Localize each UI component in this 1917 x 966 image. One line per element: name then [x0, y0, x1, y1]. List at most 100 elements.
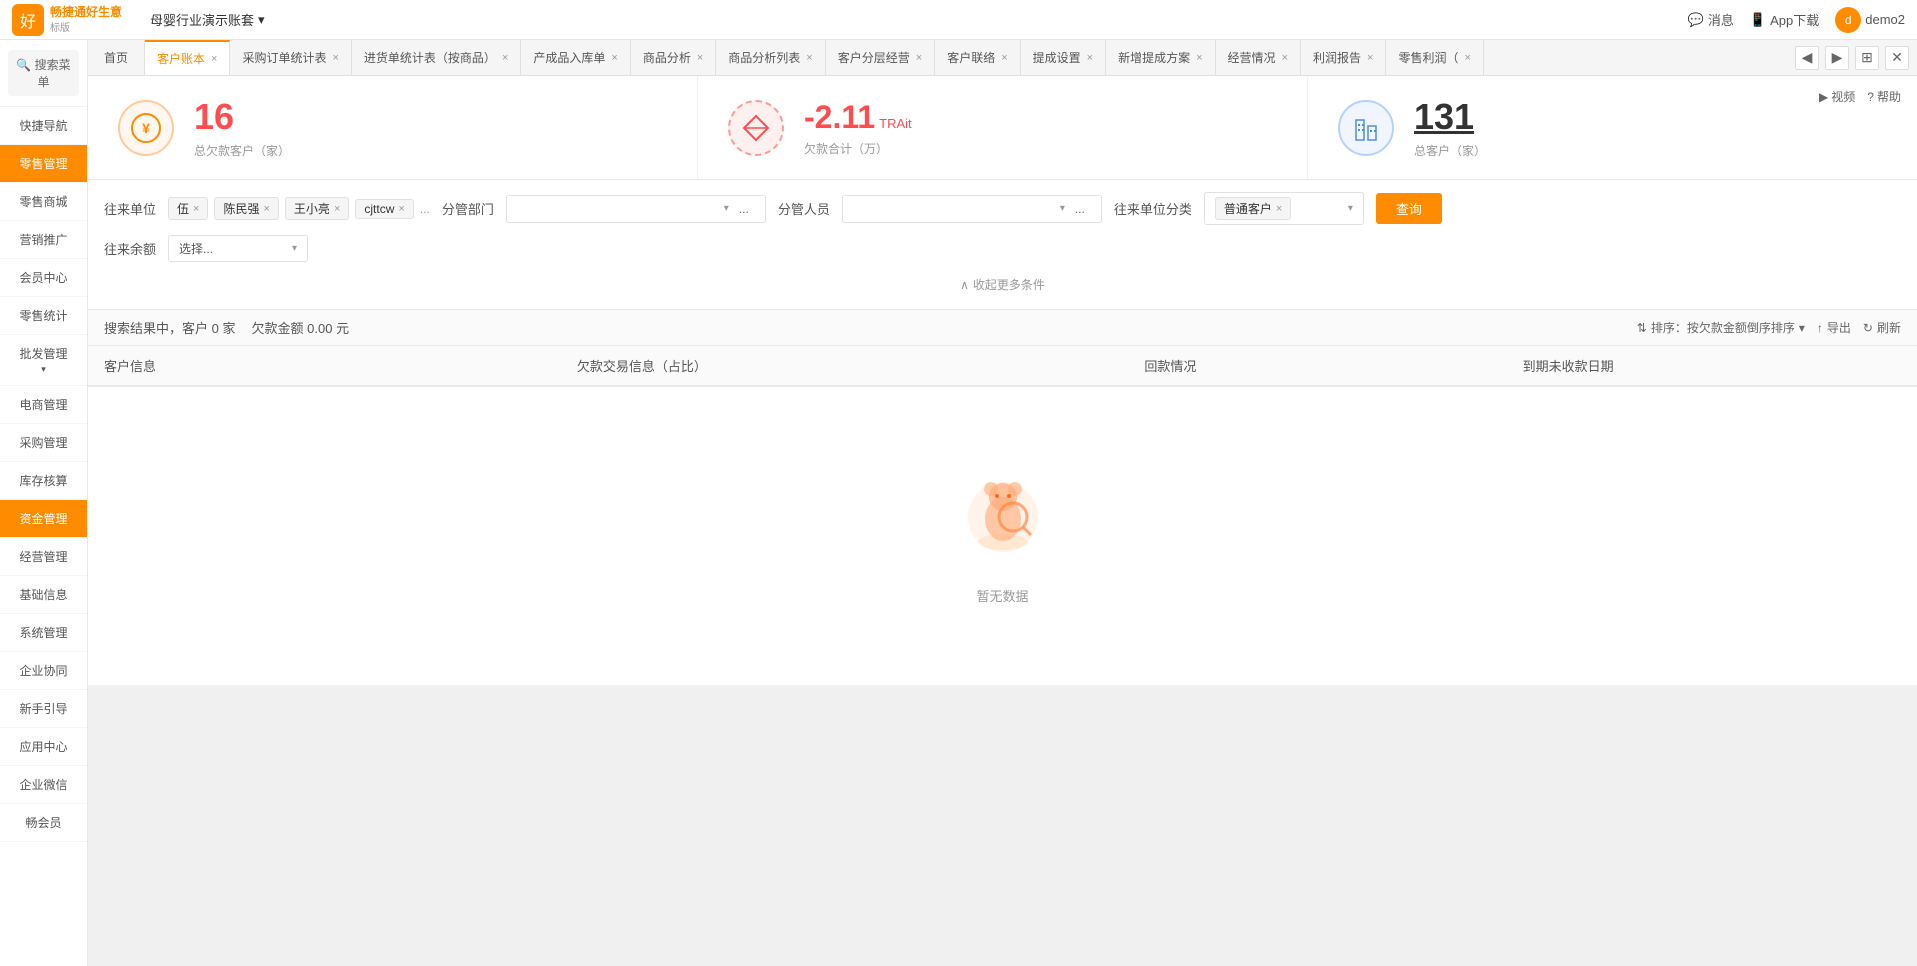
sidebar-item-vip[interactable]: 畅会员: [0, 804, 87, 842]
dept-value: [517, 202, 520, 216]
tag-text-wang: 王小亮: [294, 200, 330, 217]
tab-close-icon[interactable]: ×: [1282, 52, 1288, 64]
tab-close-icon[interactable]: ×: [611, 52, 617, 64]
dept-select[interactable]: ▾ ...: [506, 195, 766, 223]
sidebar-label-system: 系统管理: [19, 626, 67, 640]
collapse-button[interactable]: ∧ 收起更多条件: [960, 272, 1045, 297]
video-link[interactable]: ▶ 视频: [1819, 88, 1855, 105]
tab-operations[interactable]: 经营情况 ×: [1216, 40, 1301, 76]
refresh-button[interactable]: ↻ 刷新: [1863, 319, 1901, 336]
tab-scroll-right-btn[interactable]: ▶: [1825, 46, 1849, 70]
sidebar-item-enterprise[interactable]: 企业协同: [0, 652, 87, 690]
page-links: ▶ 视频 ? 帮助: [1819, 88, 1901, 105]
sort-select[interactable]: ⇅ 排序：按欠款金额倒序排序 ▾: [1637, 319, 1805, 336]
tab-purchase-order[interactable]: 采购订单统计表 ×: [230, 40, 351, 76]
person-more-btn[interactable]: ...: [1069, 200, 1091, 218]
tab-add-commission[interactable]: 新增提成方案 ×: [1106, 40, 1215, 76]
category-tag-close[interactable]: ×: [1276, 203, 1282, 215]
sidebar-item-basic-info[interactable]: 基础信息: [0, 576, 87, 614]
tag-close-chen[interactable]: ×: [263, 203, 269, 215]
sidebar-item-retail-mgmt[interactable]: 零售管理: [0, 145, 87, 183]
overdue-customers-label: 总欠款客户（家）: [194, 142, 290, 159]
export-button[interactable]: ↑ 导出: [1817, 319, 1851, 336]
tab-close-all-btn[interactable]: ✕: [1885, 46, 1909, 70]
query-button[interactable]: 查询: [1376, 193, 1442, 224]
sidebar-item-wholesale-mgmt[interactable]: 批发管理 ▾: [0, 335, 87, 386]
tab-product-analysis[interactable]: 商品分析 ×: [631, 40, 716, 76]
logo-area: 好 畅捷通好生意 标版: [12, 4, 122, 36]
store-selector[interactable]: 母婴行业演示账套 ▾: [150, 10, 265, 29]
sidebar-label-retail-stats: 零售统计: [19, 309, 67, 323]
tag-close-wu[interactable]: ×: [193, 203, 199, 215]
result-count-text: 搜索结果中，客户 0 家: [104, 318, 236, 337]
data-table: 客户信息 欠款交易信息（占比） 回款情况 到期未收款日期: [88, 346, 1917, 685]
tab-scroll-left-btn[interactable]: ◀: [1795, 46, 1819, 70]
sidebar-item-retail-mall[interactable]: 零售商城: [0, 183, 87, 221]
tab-purchase-stats[interactable]: 进货单统计表（按商品） ×: [352, 40, 521, 76]
tab-profit-report[interactable]: 利润报告 ×: [1301, 40, 1386, 76]
tab-close-icon[interactable]: ×: [1087, 52, 1093, 64]
tab-close-icon[interactable]: ×: [1464, 52, 1470, 64]
sidebar-item-wechat[interactable]: 企业微信: [0, 766, 87, 804]
user-menu[interactable]: d demo2: [1835, 7, 1905, 33]
sidebar-item-system[interactable]: 系统管理: [0, 614, 87, 652]
dept-arrow-icon: ▾: [724, 203, 729, 214]
tab-close-icon[interactable]: ×: [1367, 52, 1373, 64]
sidebar-label-marketing: 营销推广: [19, 233, 67, 247]
chevron-down-icon: ▾: [41, 364, 46, 375]
stats-row: ▶ 视频 ? 帮助 ¥: [88, 76, 1917, 180]
tab-customer-ledger[interactable]: 客户账本 ×: [145, 40, 230, 76]
tag-close-wang[interactable]: ×: [334, 203, 340, 215]
tab-close-icon[interactable]: ×: [211, 53, 217, 65]
tab-close-icon[interactable]: ×: [806, 52, 812, 64]
message-btn[interactable]: 💬 消息: [1688, 10, 1734, 29]
app-download-btn[interactable]: 📱 App下载: [1750, 10, 1819, 29]
empty-icon-area: [953, 467, 1053, 570]
category-select[interactable]: 普通客户 × ▾: [1204, 192, 1364, 225]
play-icon: ▶: [1819, 90, 1828, 104]
sidebar-item-inventory[interactable]: 库存核算: [0, 462, 87, 500]
chevron-up-icon: ∧: [960, 278, 969, 292]
tab-close-icon[interactable]: ×: [916, 52, 922, 64]
balance-placeholder: 选择...: [179, 240, 213, 257]
tag-close-cjttcw[interactable]: ×: [398, 203, 404, 215]
sidebar-item-ecommerce[interactable]: 电商管理: [0, 386, 87, 424]
balance-select[interactable]: 选择... ▾: [168, 235, 308, 262]
tab-customer-contact[interactable]: 客户联络 ×: [935, 40, 1020, 76]
sidebar-item-new-guide[interactable]: 新手引导: [0, 690, 87, 728]
tab-close-icon[interactable]: ×: [1196, 52, 1202, 64]
help-link[interactable]: ? 帮助: [1867, 88, 1901, 105]
tab-close-icon[interactable]: ×: [1001, 52, 1007, 64]
svg-text:¥: ¥: [142, 120, 150, 136]
person-select[interactable]: ▾ ...: [842, 195, 1102, 223]
dept-more-btn[interactable]: ...: [733, 200, 755, 218]
search-menu-button[interactable]: 🔍 搜索菜单: [8, 50, 79, 96]
sidebar-search-area: 🔍 搜索菜单: [0, 40, 87, 107]
tab-product-instock[interactable]: 产成品入库单 ×: [521, 40, 630, 76]
tab-label-product-analysis: 商品分析: [643, 49, 691, 66]
main-layout: 🔍 搜索菜单 快捷导航 零售管理 零售商城 营销推广 会员中心 零售统计 批发管…: [0, 40, 1917, 966]
more-tags-btn[interactable]: ...: [420, 202, 430, 216]
logo-icon: 好: [12, 4, 44, 36]
sidebar-item-purchase-mgmt[interactable]: 采购管理: [0, 424, 87, 462]
sidebar-item-marketing[interactable]: 营销推广: [0, 221, 87, 259]
sidebar-item-retail-stats[interactable]: 零售统计: [0, 297, 87, 335]
tab-retail-profit[interactable]: 零售利润（ ×: [1386, 40, 1483, 76]
tab-expand-btn[interactable]: ⊞: [1855, 46, 1879, 70]
sidebar-item-capital-mgmt[interactable]: 资金管理: [0, 500, 87, 538]
sidebar-item-member-center[interactable]: 会员中心: [0, 259, 87, 297]
tab-product-analysis-list[interactable]: 商品分析列表 ×: [716, 40, 825, 76]
sidebar-item-quick-nav[interactable]: 快捷导航: [0, 107, 87, 145]
tab-close-icon[interactable]: ×: [697, 52, 703, 64]
sidebar: 🔍 搜索菜单 快捷导航 零售管理 零售商城 营销推广 会员中心 零售统计 批发管…: [0, 40, 88, 966]
tab-commission-setting[interactable]: 提成设置 ×: [1021, 40, 1106, 76]
sidebar-label-inventory: 库存核算: [19, 474, 67, 488]
table-header-due-date: 到期未收款日期: [1523, 356, 1901, 375]
tab-customer-tier[interactable]: 客户分层经营 ×: [826, 40, 935, 76]
sidebar-item-app-center[interactable]: 应用中心: [0, 728, 87, 766]
tab-label-customer-ledger: 客户账本: [157, 50, 205, 67]
tab-close-icon[interactable]: ×: [502, 52, 508, 64]
sidebar-item-operations[interactable]: 经营管理: [0, 538, 87, 576]
tab-home[interactable]: 首页: [88, 40, 145, 76]
tab-close-icon[interactable]: ×: [332, 52, 338, 64]
